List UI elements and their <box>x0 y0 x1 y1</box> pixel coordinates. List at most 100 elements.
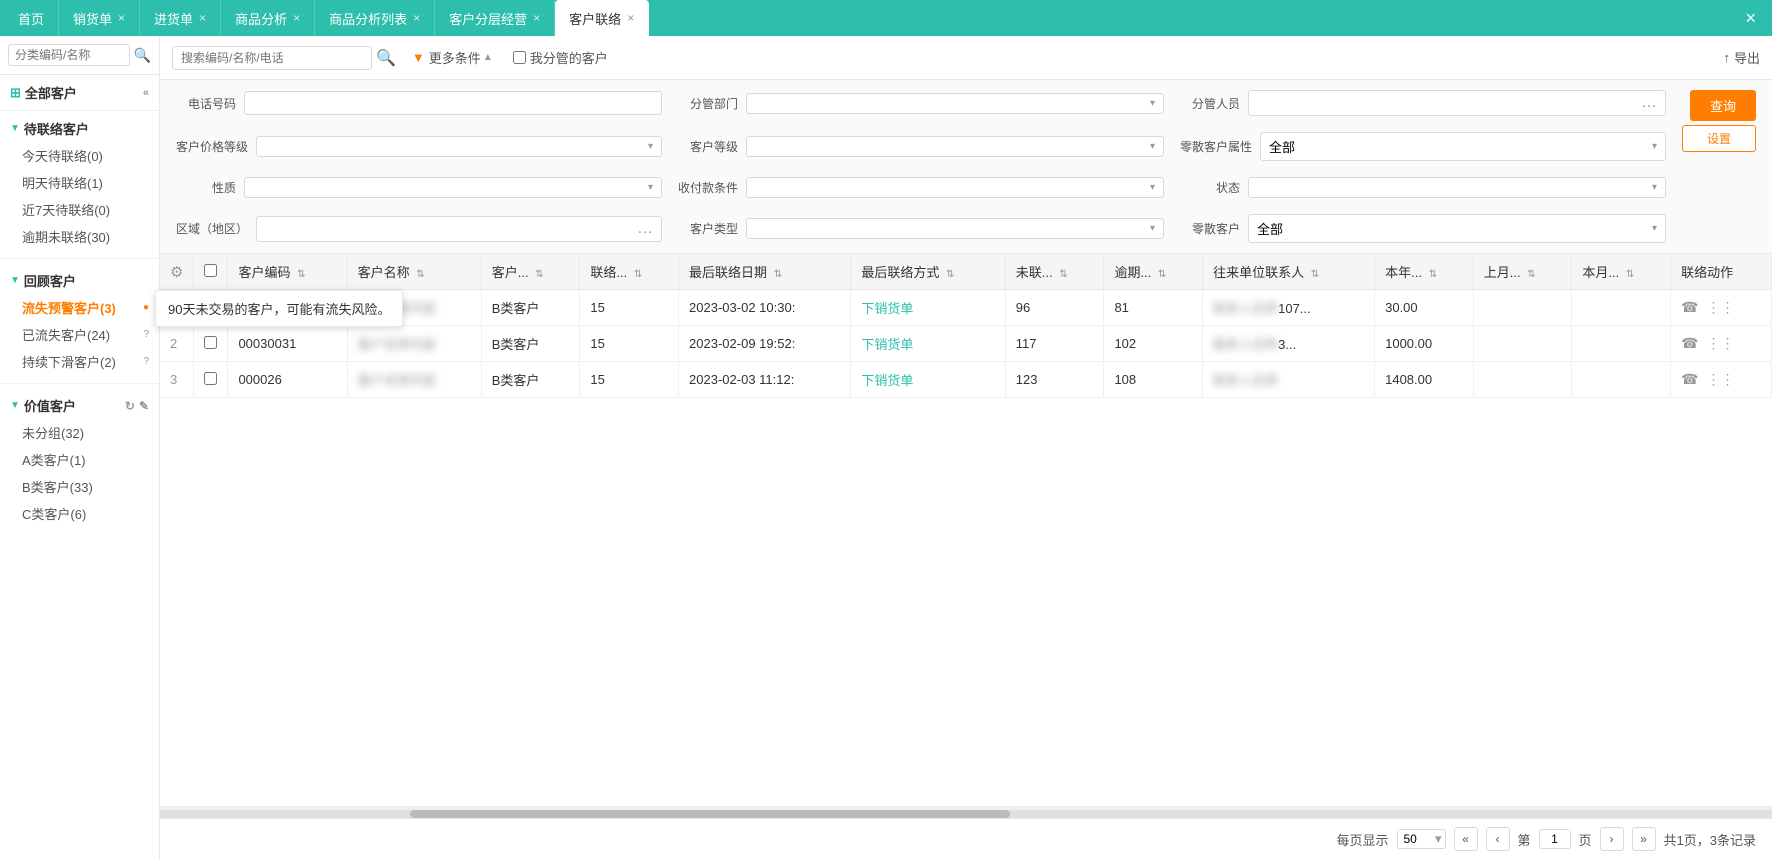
page-number-input[interactable] <box>1539 829 1571 849</box>
action-more-1[interactable]: ⋮⋮ <box>1707 335 1735 352</box>
code-sort-icon: ⇅ <box>297 269 305 280</box>
col-customer-type[interactable]: 客户... ⇅ <box>481 254 580 290</box>
filter-search-button[interactable]: 🔍 <box>376 48 396 68</box>
query-button[interactable]: 查询 <box>1690 90 1756 121</box>
window-close-button[interactable]: × <box>1737 8 1764 29</box>
filter-search-input[interactable] <box>172 46 372 70</box>
sidebar-search-input[interactable] <box>8 44 130 66</box>
tab-customer-link-close[interactable]: × <box>627 11 634 25</box>
sidebar-all-customers[interactable]: ⊞ 全部客户 « <box>0 75 159 111</box>
tab-customer-tier-close[interactable]: × <box>533 11 540 25</box>
col-code[interactable]: 客户编码 ⇅ <box>228 254 347 290</box>
manager-dots[interactable]: … <box>1641 95 1657 111</box>
col-last-contact-date[interactable]: 最后联络日期 ⇅ <box>679 254 851 290</box>
cell-last-method-0: 下销货单 <box>851 290 1005 326</box>
sidebar-item-week[interactable]: 近7天待联络(0) <box>0 196 159 223</box>
last-method-link-2[interactable]: 下销货单 <box>861 373 913 388</box>
sidebar-item-a-class[interactable]: A类客户(1) <box>0 446 159 473</box>
horizontal-scrollbar[interactable] <box>160 806 1772 818</box>
action-more-0[interactable]: ⋮⋮ <box>1707 299 1735 316</box>
filter-select-retail-customer[interactable]: 全部 ▾ <box>1248 214 1666 243</box>
last-method-link-1[interactable]: 下销货单 <box>861 337 913 352</box>
region-dots[interactable]: … <box>637 221 653 237</box>
filter-select-branch[interactable]: ▾ <box>746 93 1164 114</box>
col-contact[interactable]: 联络... ⇅ <box>580 254 679 290</box>
scrollbar-thumb[interactable] <box>410 810 1010 818</box>
filter-select-retail-attr[interactable]: 全部 ▾ <box>1260 132 1666 161</box>
sidebar-group-value[interactable]: ▼ 价值客户 ↻ ✎ <box>0 392 159 419</box>
col-last-contact-method[interactable]: 最后联络方式 ⇅ <box>851 254 1005 290</box>
row-checkbox-1[interactable] <box>204 336 217 349</box>
action-more-2[interactable]: ⋮⋮ <box>1707 371 1735 388</box>
filter-more-conditions[interactable]: ▼ 更多条件 ▲ <box>404 44 501 71</box>
table-row: 3 000026 客户名称内容 B类客户 15 2023-02-03 11:12… <box>160 362 1772 398</box>
filter-field-customer-type: 客户类型 ▾ <box>678 218 1164 239</box>
sidebar-item-tomorrow[interactable]: 明天待联络(1) <box>0 169 159 196</box>
setting-button[interactable]: 设置 <box>1682 125 1756 152</box>
filter-label-retail-attr: 零散客户属性 <box>1180 138 1252 155</box>
filter-select-price-grade[interactable]: ▾ <box>256 136 662 157</box>
col-name[interactable]: 客户名称 ⇅ <box>347 254 481 290</box>
sidebar-group-pending[interactable]: ▼ 待联络客户 <box>0 115 159 142</box>
filter-select-manager[interactable]: … <box>1248 90 1666 116</box>
filter-select-payment[interactable]: ▾ <box>746 177 1164 198</box>
my-customers-checkbox[interactable] <box>513 51 526 64</box>
tab-sales[interactable]: 销货单 × <box>59 0 140 36</box>
collapse-icon[interactable]: « <box>143 87 149 99</box>
action-phone-1[interactable]: ☎ <box>1681 335 1698 352</box>
value-refresh-icon[interactable]: ↻ <box>125 399 135 413</box>
sidebar-item-c-class[interactable]: C类客户(6) <box>0 500 159 527</box>
this-month-sort-icon: ⇅ <box>1626 269 1634 280</box>
sidebar-search-icon[interactable]: 🔍 <box>134 47 151 64</box>
prev-page-button[interactable]: ‹ <box>1486 827 1510 851</box>
col-last-month[interactable]: 上月... ⇅ <box>1473 254 1572 290</box>
sidebar-group-churn[interactable]: ▼ 回顾客户 <box>0 267 159 294</box>
tab-customer-tier[interactable]: 客户分层经营 × <box>435 0 555 36</box>
filter-select-customer-grade[interactable]: ▾ <box>746 136 1164 157</box>
sidebar-item-today[interactable]: 今天待联络(0) <box>0 142 159 169</box>
tab-home[interactable]: 首页 <box>8 0 59 36</box>
tab-customer-link[interactable]: 客户联络 × <box>555 0 649 36</box>
filter-select-customer-type[interactable]: ▾ <box>746 218 1164 239</box>
export-button[interactable]: ↑ 导出 <box>1723 48 1760 67</box>
filter-select-region[interactable]: … <box>256 216 662 242</box>
filter-select-status[interactable]: ▾ <box>1248 177 1666 198</box>
sidebar-item-overdue[interactable]: 逾期未联络(30) <box>0 223 159 250</box>
col-action: 联络动作 <box>1671 254 1772 290</box>
sidebar-item-unsorted[interactable]: 未分组(32) <box>0 419 159 446</box>
my-customers-checkbox-label[interactable]: 我分管的客户 <box>513 48 608 67</box>
col-this-year[interactable]: 本年... ⇅ <box>1375 254 1474 290</box>
col-this-month[interactable]: 本月... ⇅ <box>1572 254 1671 290</box>
retail-attr-value: 全部 <box>1269 137 1295 156</box>
sidebar-item-downtrend[interactable]: 持续下滑客户(2) ? <box>0 348 159 375</box>
select-all-checkbox[interactable] <box>204 264 217 277</box>
sidebar-item-b-class[interactable]: B类客户(33) <box>0 473 159 500</box>
next-page-button[interactable]: › <box>1600 827 1624 851</box>
page-size-select[interactable]: 50 100 200 <box>1397 829 1446 849</box>
value-edit-icon[interactable]: ✎ <box>139 399 149 413</box>
col-liaison[interactable]: 往来单位联系人 ⇅ <box>1203 254 1375 290</box>
col-no-contact[interactable]: 未联... ⇅ <box>1005 254 1104 290</box>
gear-icon[interactable]: ⚙ <box>170 264 183 281</box>
sidebar-item-churn-alert[interactable]: 流失预警客户(3) ● <box>0 294 159 321</box>
cell-action-2: ☎ ⋮⋮ <box>1671 362 1772 398</box>
col-overdue[interactable]: 逾期... ⇅ <box>1104 254 1203 290</box>
last-page-button[interactable]: » <box>1632 827 1656 851</box>
col-name-label: 客户名称 <box>358 265 410 280</box>
tab-purchase-close[interactable]: × <box>199 11 206 25</box>
tab-analysis-list-close[interactable]: × <box>413 11 420 25</box>
tab-analysis[interactable]: 商品分析 × <box>221 0 315 36</box>
tab-analysis-list[interactable]: 商品分析列表 × <box>315 0 435 36</box>
action-phone-0[interactable]: ☎ <box>1681 299 1698 316</box>
filter-label-region: 区域（地区） <box>176 220 248 237</box>
filter-select-gender[interactable]: ▾ <box>244 177 662 198</box>
action-phone-2[interactable]: ☎ <box>1681 371 1698 388</box>
first-page-button[interactable]: « <box>1454 827 1478 851</box>
tab-purchase[interactable]: 进货单 × <box>140 0 221 36</box>
sidebar-item-churned[interactable]: 已流失客户(24) ? <box>0 321 159 348</box>
filter-input-phone[interactable] <box>244 91 662 115</box>
tab-sales-close[interactable]: × <box>118 11 125 25</box>
last-method-link-0[interactable]: 下销货单 <box>861 301 913 316</box>
tab-analysis-close[interactable]: × <box>293 11 300 25</box>
row-checkbox-2[interactable] <box>204 372 217 385</box>
